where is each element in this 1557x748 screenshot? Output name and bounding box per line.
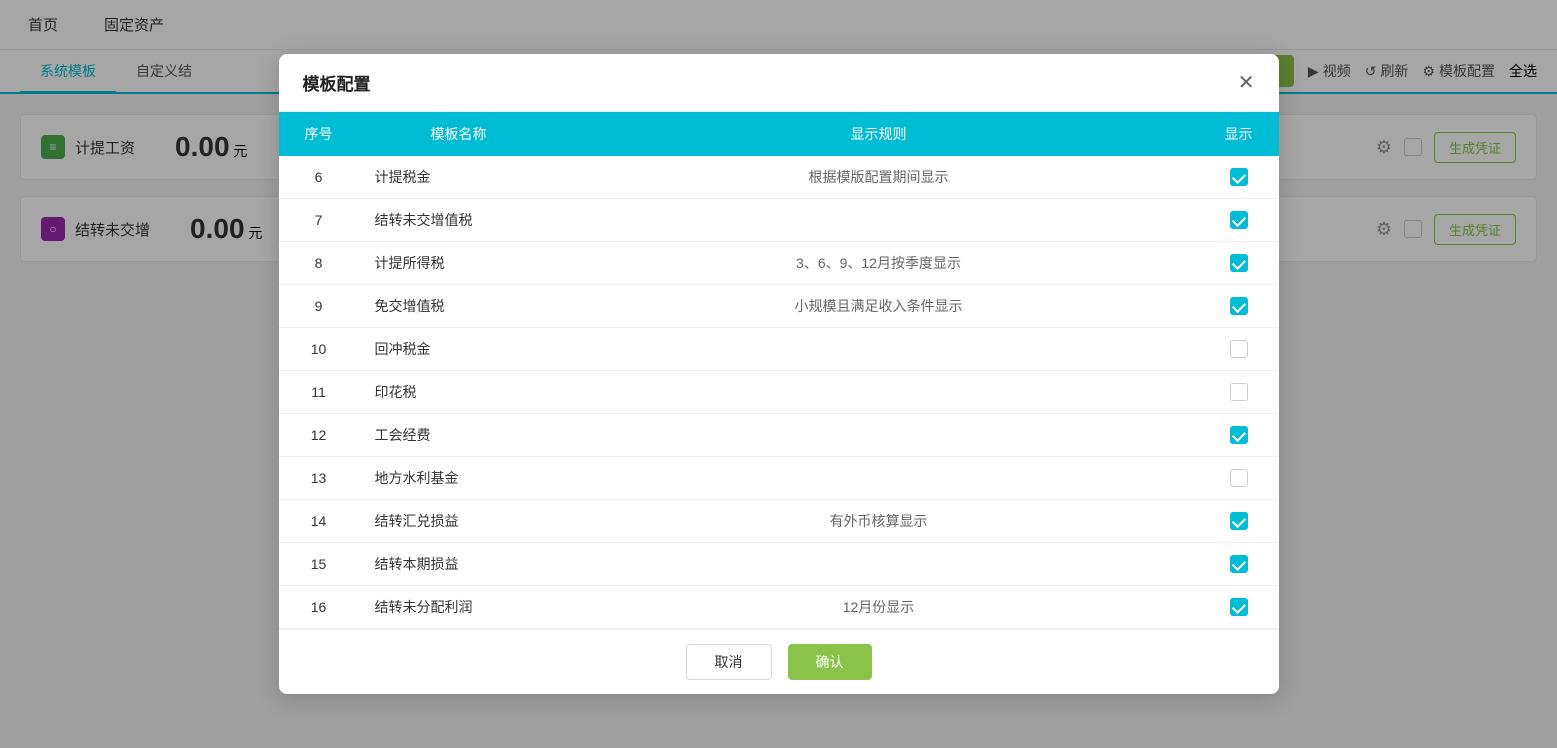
row-id: 11	[279, 371, 359, 414]
confirm-button[interactable]: 确认	[788, 644, 872, 680]
row-rule: 3、6、9、12月按季度显示	[559, 242, 1199, 285]
modal-footer: 取消 确认	[279, 629, 1279, 694]
row-name: 工会经费	[359, 414, 559, 457]
row-rule: 小规模且满足收入条件显示	[559, 285, 1199, 328]
row-checkbox-cell	[1199, 328, 1279, 371]
row-checkbox-cell	[1199, 414, 1279, 457]
row-rule	[559, 371, 1199, 414]
config-table: 序号 模板名称 显示规则 显示 6计提税金根据模版配置期间显示7结转未交增值税8…	[279, 112, 1279, 629]
table-scroll[interactable]: 序号 模板名称 显示规则 显示 6计提税金根据模版配置期间显示7结转未交增值税8…	[279, 112, 1279, 629]
row-id: 8	[279, 242, 359, 285]
table-row: 6计提税金根据模版配置期间显示	[279, 156, 1279, 199]
modal-body: 序号 模板名称 显示规则 显示 6计提税金根据模版配置期间显示7结转未交增值税8…	[279, 112, 1279, 629]
row-rule: 12月份显示	[559, 586, 1199, 629]
row-checkbox-cell	[1199, 199, 1279, 242]
row-rule	[559, 328, 1199, 371]
row-id: 14	[279, 500, 359, 543]
row-rule	[559, 543, 1199, 586]
cancel-button[interactable]: 取消	[686, 644, 772, 680]
row-checkbox[interactable]	[1230, 598, 1248, 616]
row-name: 结转未交增值税	[359, 199, 559, 242]
modal-header: 模板配置 ✕	[279, 54, 1279, 112]
row-checkbox-cell	[1199, 457, 1279, 500]
row-checkbox[interactable]	[1230, 254, 1248, 272]
row-id: 6	[279, 156, 359, 199]
row-checkbox[interactable]	[1230, 297, 1248, 315]
row-rule: 有外币核算显示	[559, 500, 1199, 543]
row-name: 结转本期损益	[359, 543, 559, 586]
row-id: 12	[279, 414, 359, 457]
row-rule	[559, 457, 1199, 500]
row-checkbox-cell	[1199, 586, 1279, 629]
modal-title: 模板配置	[303, 70, 371, 95]
row-name: 免交增值税	[359, 285, 559, 328]
modal-close-button[interactable]: ✕	[1238, 73, 1255, 93]
row-checkbox-cell	[1199, 242, 1279, 285]
row-id: 10	[279, 328, 359, 371]
row-rule	[559, 199, 1199, 242]
col-header-rule: 显示规则	[559, 112, 1199, 156]
row-rule: 根据模版配置期间显示	[559, 156, 1199, 199]
row-rule	[559, 414, 1199, 457]
row-name: 印花税	[359, 371, 559, 414]
table-row: 12工会经费	[279, 414, 1279, 457]
row-checkbox[interactable]	[1230, 555, 1248, 573]
row-id: 7	[279, 199, 359, 242]
row-checkbox-cell	[1199, 285, 1279, 328]
row-checkbox-cell	[1199, 371, 1279, 414]
row-checkbox-cell	[1199, 543, 1279, 586]
row-id: 16	[279, 586, 359, 629]
row-checkbox[interactable]	[1230, 168, 1248, 186]
row-name: 结转汇兑损益	[359, 500, 559, 543]
row-name: 计提所得税	[359, 242, 559, 285]
col-header-name: 模板名称	[359, 112, 559, 156]
row-checkbox-cell	[1199, 156, 1279, 199]
row-id: 13	[279, 457, 359, 500]
row-id: 9	[279, 285, 359, 328]
row-name: 结转未分配利润	[359, 586, 559, 629]
col-header-show: 显示	[1199, 112, 1279, 156]
table-row: 16结转未分配利润12月份显示	[279, 586, 1279, 629]
row-checkbox-cell	[1199, 500, 1279, 543]
table-row: 8计提所得税3、6、9、12月按季度显示	[279, 242, 1279, 285]
col-header-id: 序号	[279, 112, 359, 156]
row-checkbox[interactable]	[1230, 383, 1248, 401]
table-row: 7结转未交增值税	[279, 199, 1279, 242]
table-row: 14结转汇兑损益有外币核算显示	[279, 500, 1279, 543]
row-checkbox[interactable]	[1230, 469, 1248, 487]
table-row: 11印花税	[279, 371, 1279, 414]
row-name: 回冲税金	[359, 328, 559, 371]
row-id: 15	[279, 543, 359, 586]
row-checkbox[interactable]	[1230, 512, 1248, 530]
row-checkbox[interactable]	[1230, 211, 1248, 229]
table-row: 13地方水利基金	[279, 457, 1279, 500]
row-name: 计提税金	[359, 156, 559, 199]
table-row: 10回冲税金	[279, 328, 1279, 371]
table-row: 15结转本期损益	[279, 543, 1279, 586]
row-checkbox[interactable]	[1230, 340, 1248, 358]
row-name: 地方水利基金	[359, 457, 559, 500]
template-config-modal: 模板配置 ✕ 序号 模板名称 显示规则 显示 6计提税金根据模版配置期间显	[279, 54, 1279, 694]
table-row: 9免交增值税小规模且满足收入条件显示	[279, 285, 1279, 328]
row-checkbox[interactable]	[1230, 426, 1248, 444]
modal-overlay: 模板配置 ✕ 序号 模板名称 显示规则 显示 6计提税金根据模版配置期间显	[0, 0, 1557, 748]
